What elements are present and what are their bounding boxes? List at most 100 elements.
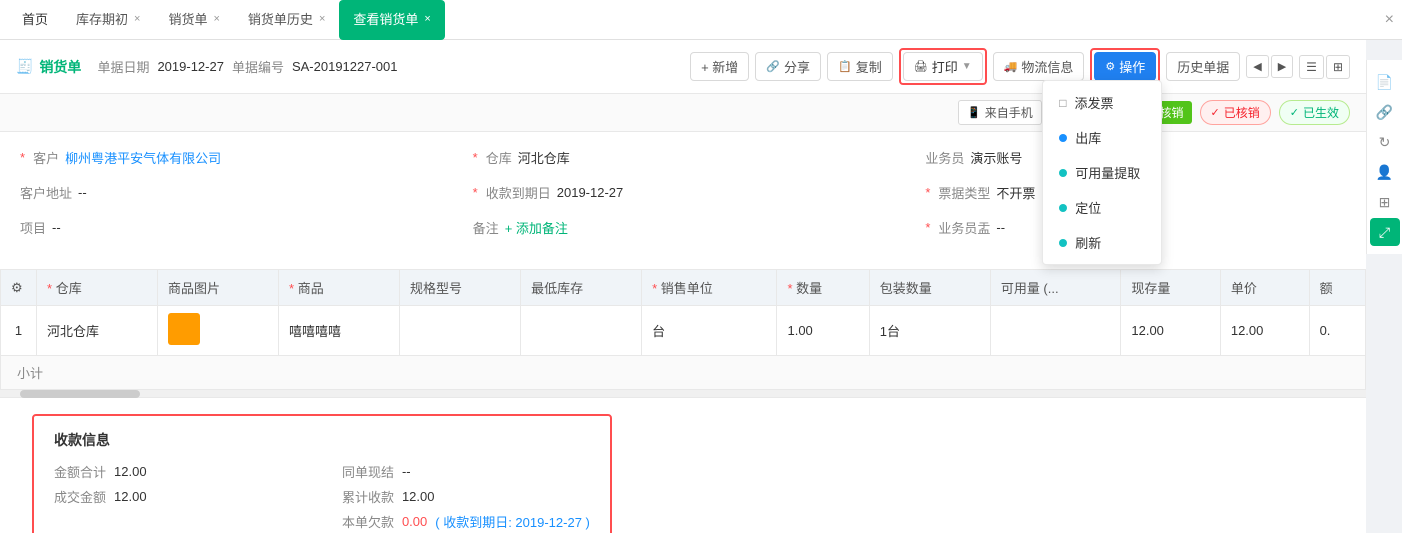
- address-field: 客户地址 --: [20, 183, 441, 202]
- customer-field: * 客户 柳州粤港平安气体有限公司: [20, 148, 441, 167]
- dropdown-locate[interactable]: 定位: [1043, 190, 1161, 225]
- sold-badge[interactable]: ✓ 已核销: [1200, 100, 1271, 125]
- sidebar-user-icon[interactable]: 👤: [1370, 158, 1400, 186]
- doc-icon: 🧾: [16, 58, 33, 75]
- tab-sales-history-label: 销货单历史: [248, 9, 313, 28]
- payment-cumulative-value: 12.00: [402, 489, 435, 504]
- product-image: [168, 313, 200, 345]
- effective-badge[interactable]: ✓ 已生效: [1279, 100, 1350, 125]
- col-spec-label: 规格型号: [410, 281, 462, 296]
- ticket-type-required: *: [925, 185, 930, 200]
- sidebar-link-icon[interactable]: 🔗: [1370, 98, 1400, 126]
- table-scroll-thumb[interactable]: [20, 390, 140, 398]
- payment-transaction: 成交金额 12.00: [54, 487, 302, 506]
- payment-total-value: 12.00: [114, 464, 147, 479]
- payment-due-date-note: ( 收款到期日: 2019-12-27 ): [435, 512, 590, 531]
- warehouse-field: * 仓库 河北仓库: [473, 148, 894, 167]
- col-min-stock-label: 最低库存: [531, 281, 583, 296]
- nav-next[interactable]: ▶: [1271, 55, 1293, 78]
- due-date-value: 2019-12-27: [557, 185, 624, 200]
- dropdown-refresh-label: 刷新: [1075, 233, 1101, 252]
- col-warehouse-label: 仓库: [56, 281, 82, 296]
- row-amount: 0.: [1309, 306, 1365, 356]
- tab-sales-history-close[interactable]: ×: [319, 13, 325, 25]
- dropdown-outbound[interactable]: 出库: [1043, 120, 1161, 155]
- customer-value[interactable]: 柳州粤港平安气体有限公司: [65, 148, 221, 167]
- row-product: 嘻嘻嘻嘻: [279, 306, 400, 356]
- dropdown-outbound-label: 出库: [1075, 128, 1101, 147]
- remark-add-btn[interactable]: 添加备注: [516, 221, 568, 236]
- due-date-label: 收款到期日: [486, 183, 551, 202]
- tab-sales-close[interactable]: ×: [213, 13, 219, 25]
- sidebar-table-icon[interactable]: ⊞: [1370, 188, 1400, 216]
- tab-inventory-close[interactable]: ×: [134, 13, 140, 25]
- dropdown-refresh[interactable]: 刷新: [1043, 225, 1161, 260]
- address-value: --: [78, 185, 87, 200]
- col-pack-qty: 包装数量: [869, 270, 990, 306]
- doc-header: 🧾 销货单 单据日期 2019-12-27 单据编号 SA-20191227-0…: [0, 40, 1366, 94]
- history-button[interactable]: 历史单据: [1166, 52, 1240, 81]
- address-label: 客户地址: [20, 183, 72, 202]
- tab-inventory[interactable]: 库存期初 ×: [62, 0, 154, 40]
- payment-same-order: 同单现结 --: [342, 462, 590, 481]
- share-button[interactable]: 🔗 分享: [755, 52, 821, 81]
- doc-no-label: 单据编号: [232, 57, 284, 76]
- remark-label: 备注: [473, 218, 499, 237]
- sidebar-doc-icon[interactable]: 📄: [1370, 68, 1400, 96]
- col-available-label: 可用量 (...: [1001, 281, 1059, 296]
- col-warehouse: * 仓库: [37, 270, 158, 306]
- nav-arrows: ◀ ▶: [1246, 55, 1293, 78]
- col-price-label: 单价: [1231, 281, 1257, 296]
- payment-same-order-label: 同单现结: [342, 462, 394, 481]
- dropdown-available-qty[interactable]: 可用量提取: [1043, 155, 1161, 190]
- col-pack-qty-label: 包装数量: [880, 281, 932, 296]
- table-scrollbar[interactable]: [0, 390, 1366, 398]
- col-amount: 额: [1309, 270, 1365, 306]
- data-table: ⚙ * 仓库 商品图片 * 商品: [0, 269, 1366, 390]
- payment-transaction-label: 成交金额: [54, 487, 106, 506]
- tab-sales-history[interactable]: 销货单历史 ×: [234, 0, 339, 40]
- payment-section: 收款信息 金额合计 12.00 同单现结 -- 成交金额 12.00: [32, 414, 612, 533]
- row-no: 1: [1, 306, 37, 356]
- table-row: 1 河北仓库 嘻嘻嘻嘻 台 1.00 1台 12: [1, 306, 1366, 356]
- dropdown-add-invoice-label: 添发票: [1074, 93, 1113, 112]
- payment-wrapper: 收款信息 金额合计 12.00 同单现结 -- 成交金额 12.00: [0, 398, 1366, 533]
- doc-title: 🧾 销货单: [16, 57, 81, 77]
- payment-total-label: 金额合计: [54, 462, 106, 481]
- tab-view-sales-close[interactable]: ×: [424, 13, 430, 25]
- col-settings[interactable]: ⚙: [1, 270, 37, 306]
- window-close-button[interactable]: ×: [1385, 11, 1394, 29]
- sidebar-refresh-icon[interactable]: ↻: [1370, 128, 1400, 156]
- col-available: 可用量 (...: [990, 270, 1121, 306]
- col-spec: 规格型号: [400, 270, 521, 306]
- logistics-button[interactable]: 🚚 物流信息: [993, 52, 1085, 81]
- col-stock: 现存量: [1121, 270, 1220, 306]
- nav-prev[interactable]: ◀: [1246, 55, 1268, 78]
- print-button[interactable]: 🖨 打印 ▼: [903, 52, 983, 81]
- dropdown-add-invoice[interactable]: □ 添发票: [1043, 85, 1161, 120]
- tab-sales[interactable]: 销货单 ×: [154, 0, 233, 40]
- row-pack-qty: 1台: [869, 306, 990, 356]
- payment-total: 金额合计 12.00: [54, 462, 302, 481]
- ticket-type-value: 不开票: [996, 183, 1035, 202]
- tab-view-sales[interactable]: 查看销货单 ×: [339, 0, 444, 40]
- phone-button[interactable]: 📱 来自手机: [958, 100, 1042, 125]
- tab-home[interactable]: 首页: [8, 0, 62, 40]
- tab-bar: 首页 库存期初 × 销货单 × 销货单历史 × 查看销货单 × ×: [0, 0, 1402, 40]
- sidebar-expand-icon[interactable]: ⤢: [1370, 218, 1400, 246]
- view-list[interactable]: ☰: [1299, 55, 1324, 79]
- logistics-button-label: 物流信息: [1021, 57, 1073, 76]
- tab-sales-label: 销货单: [168, 9, 207, 28]
- table-wrapper: ⚙ * 仓库 商品图片 * 商品: [0, 269, 1366, 398]
- payment-transaction-value: 12.00: [114, 489, 147, 504]
- staff2-label: 业务员盂: [938, 218, 990, 237]
- customer-label: 客户: [33, 148, 59, 167]
- warehouse-value: 河北仓库: [518, 148, 570, 167]
- view-grid[interactable]: ⊞: [1326, 55, 1350, 79]
- subtotal-label: 小计: [1, 356, 1366, 390]
- new-button[interactable]: + 新增: [690, 52, 749, 81]
- operations-button[interactable]: ⚙ 操作: [1094, 52, 1156, 81]
- right-sidebar: 📄 🔗 ↻ 👤 ⊞ ⤢: [1366, 60, 1402, 254]
- copy-button[interactable]: 📋 复制: [827, 52, 893, 81]
- dropdown-locate-label: 定位: [1075, 198, 1101, 217]
